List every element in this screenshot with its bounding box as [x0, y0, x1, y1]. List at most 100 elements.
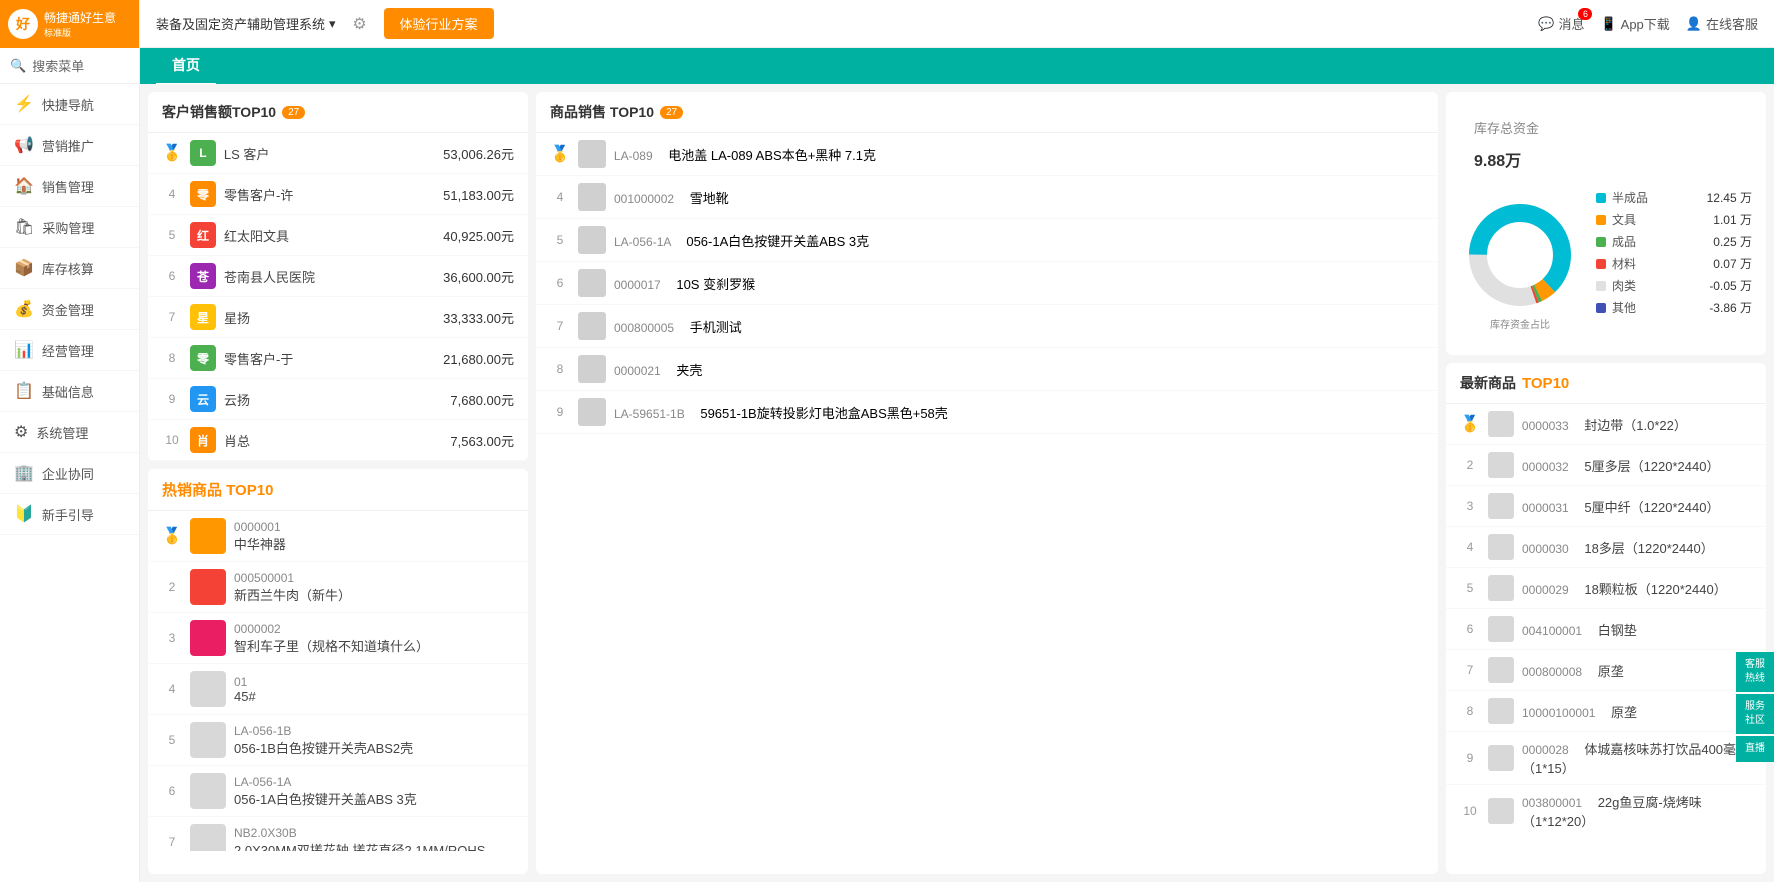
customer-hotline-button[interactable]: 客服热线 [1736, 652, 1774, 692]
rank-num: 3 [1460, 499, 1480, 513]
product-thumbnail [1488, 616, 1514, 642]
inventory-header: 库存总资金 9.88万 [1460, 106, 1752, 179]
list-item: 2 000500001 新西兰牛肉（新牛） [148, 562, 528, 613]
product-ranking-list: 🥇 LA-089 电池盖 LA-089 ABS本色+黑种 7.1克 4 0010… [536, 133, 1438, 463]
product-info: 0000031 5厘中纤（1220*2440） [1522, 497, 1752, 516]
table-row: 9 云 云扬 7,680.00元 [148, 379, 528, 420]
sidebar-item-guide[interactable]: 🔰 新手引导 [0, 494, 139, 535]
trial-btn[interactable]: 体验行业方案 [384, 8, 494, 39]
sidebar-item-basic-info[interactable]: 📋 基础信息 [0, 371, 139, 412]
list-item: 8 10000100001 原垄 [1446, 691, 1766, 732]
sys-manage-icon: ⚙ [14, 422, 28, 442]
customer-name: 肖总 [224, 431, 442, 450]
service-icon: 👤 [1686, 16, 1702, 32]
table-row: 6 苍 苍南县人民医院 36,600.00元 [148, 256, 528, 297]
system-selector[interactable]: 装备及固定资产辅助管理系统 ▾ [156, 14, 336, 33]
dropdown-arrow-icon: ▾ [329, 16, 336, 32]
product-name: 新西兰牛肉（新牛） [234, 585, 514, 604]
list-item: 4 0000030 18多层（1220*2440） [1446, 527, 1766, 568]
sales-value: 53,006.26元 [443, 144, 514, 163]
product-code: 001000002 [614, 192, 686, 206]
legend-value: 0.25 万 [1713, 233, 1752, 250]
product-thumbnail [578, 183, 606, 211]
corp-collab-icon: 🏢 [14, 463, 34, 483]
guide-icon: 🔰 [14, 504, 34, 524]
list-item: 成品 0.25 万 [1596, 233, 1752, 250]
avatar: 云 [190, 386, 216, 412]
settings-button[interactable]: ⚙ [346, 10, 374, 38]
tab-home[interactable]: 首页 [156, 47, 216, 85]
inventory-number: 9.88 [1474, 153, 1505, 170]
product-name: 056-1A白色按键开关盖ABS 3克 [234, 789, 514, 808]
list-item: 3 0000031 5厘中纤（1220*2440） [1446, 486, 1766, 527]
legend-name: 半成品 [1612, 189, 1701, 206]
list-item: 10 003800001 22g鱼豆腐-烧烤味（1*12*20） [1446, 785, 1766, 834]
rank-num: 7 [1460, 663, 1480, 677]
product-name: 中华神器 [234, 534, 514, 553]
product-name: 45# [234, 689, 514, 704]
product-code: 0000002 [234, 622, 514, 636]
sidebar-item-operation[interactable]: 📊 经营管理 [0, 330, 139, 371]
sidebar-item-inventory[interactable]: 📦 库存核算 [0, 248, 139, 289]
rank-num: 4 [1460, 540, 1480, 554]
sidebar-item-corp-collab[interactable]: 🏢 企业协同 [0, 453, 139, 494]
live-broadcast-button[interactable]: 直播 [1736, 736, 1774, 762]
sales-value: 36,600.00元 [443, 267, 514, 286]
table-row: 🥇 LA-089 电池盖 LA-089 ABS本色+黑种 7.1克 [536, 133, 1438, 176]
legend-value: 0.07 万 [1713, 255, 1752, 272]
product-info: LA-59651-1B 59651-1B旋转投影灯电池盒ABS黑色+58壳 [614, 403, 1424, 422]
sidebar-item-label: 营销推广 [42, 136, 94, 155]
product-thumbnail [1488, 452, 1514, 478]
product-info: 0000033 封边带（1.0*22） [1522, 415, 1752, 434]
service-community-button[interactable]: 服务社区 [1736, 694, 1774, 734]
rank-num: 6 [1460, 622, 1480, 636]
customer-name: 零售客户-于 [224, 349, 435, 368]
product-thumbnail [1488, 534, 1514, 560]
topbar: 装备及固定资产辅助管理系统 ▾ ⚙ 体验行业方案 💬 消息 6 📱 App下载 … [140, 0, 1774, 48]
product-thumbnail [578, 269, 606, 297]
main-area: 装备及固定资产辅助管理系统 ▾ ⚙ 体验行业方案 💬 消息 6 📱 App下载 … [140, 0, 1774, 882]
rank-num: 6 [162, 784, 182, 798]
nav-tabs: 首页 [140, 48, 1774, 84]
sidebar-search[interactable]: 🔍 搜索菜单 [0, 48, 139, 84]
product-code: 000500001 [234, 571, 514, 585]
legend-color [1596, 281, 1606, 291]
rank-num: 9 [1460, 751, 1480, 765]
legend-name: 其他 [1612, 299, 1703, 316]
table-row: 6 0000017 10S 变刹罗猴 [536, 262, 1438, 305]
messages-button[interactable]: 💬 消息 6 [1538, 14, 1584, 33]
rank-num: 10 [162, 433, 182, 447]
customer-service-button[interactable]: 👤 在线客服 [1686, 14, 1758, 33]
newest-products-header: 最新商品 TOP10 [1446, 363, 1766, 404]
app-download-label: App下载 [1621, 14, 1670, 33]
product-name: 5厘多层（1220*2440） [1584, 459, 1719, 474]
product-thumbnail [190, 569, 226, 605]
sidebar-item-sys-manage[interactable]: ⚙ 系统管理 [0, 412, 139, 453]
product-thumbnail [190, 722, 226, 758]
sidebar-item-finance[interactable]: 💰 资金管理 [0, 289, 139, 330]
product-name: 原垄 [1611, 705, 1637, 720]
product-name: 夹壳 [676, 363, 702, 378]
product-code: LA-056-1A [614, 235, 683, 249]
hot-products-title: 热销商品 TOP10 [162, 479, 273, 500]
product-thumbnail [190, 518, 226, 554]
product-info: LA-056-1A 056-1A白色按键开关盖ABS 3克 [614, 231, 1424, 250]
rank-num: 10 [1460, 804, 1480, 818]
float-buttons: 客服热线 服务社区 直播 [1736, 652, 1774, 762]
list-item: 5 0000029 18颗粒板（1220*2440） [1446, 568, 1766, 609]
product-name: 智利车子里（规格不知道填什么） [234, 636, 514, 655]
sidebar-item-label: 基础信息 [42, 382, 94, 401]
app-download-button[interactable]: 📱 App下载 [1600, 14, 1669, 33]
product-name: 2.0X30MM双搓花轴,搓花直径2.1MM/ROHS [234, 840, 514, 852]
sidebar-item-label: 库存核算 [42, 259, 94, 278]
sidebar-item-sales[interactable]: 🏠 销售管理 [0, 166, 139, 207]
sidebar-item-label: 销售管理 [42, 177, 94, 196]
sidebar-item-quick-nav[interactable]: ⚡ 快捷导航 [0, 84, 139, 125]
product-code: 0000017 [614, 278, 673, 292]
basic-info-icon: 📋 [14, 381, 34, 401]
sidebar-item-marketing[interactable]: 📢 营销推广 [0, 125, 139, 166]
sidebar-item-purchase[interactable]: 🛍 采购管理 [0, 207, 139, 248]
rank-num: 5 [1460, 581, 1480, 595]
product-name: 056-1A白色按键开关盖ABS 3克 [686, 234, 869, 249]
product-name: 18颗粒板（1220*2440） [1584, 582, 1726, 597]
